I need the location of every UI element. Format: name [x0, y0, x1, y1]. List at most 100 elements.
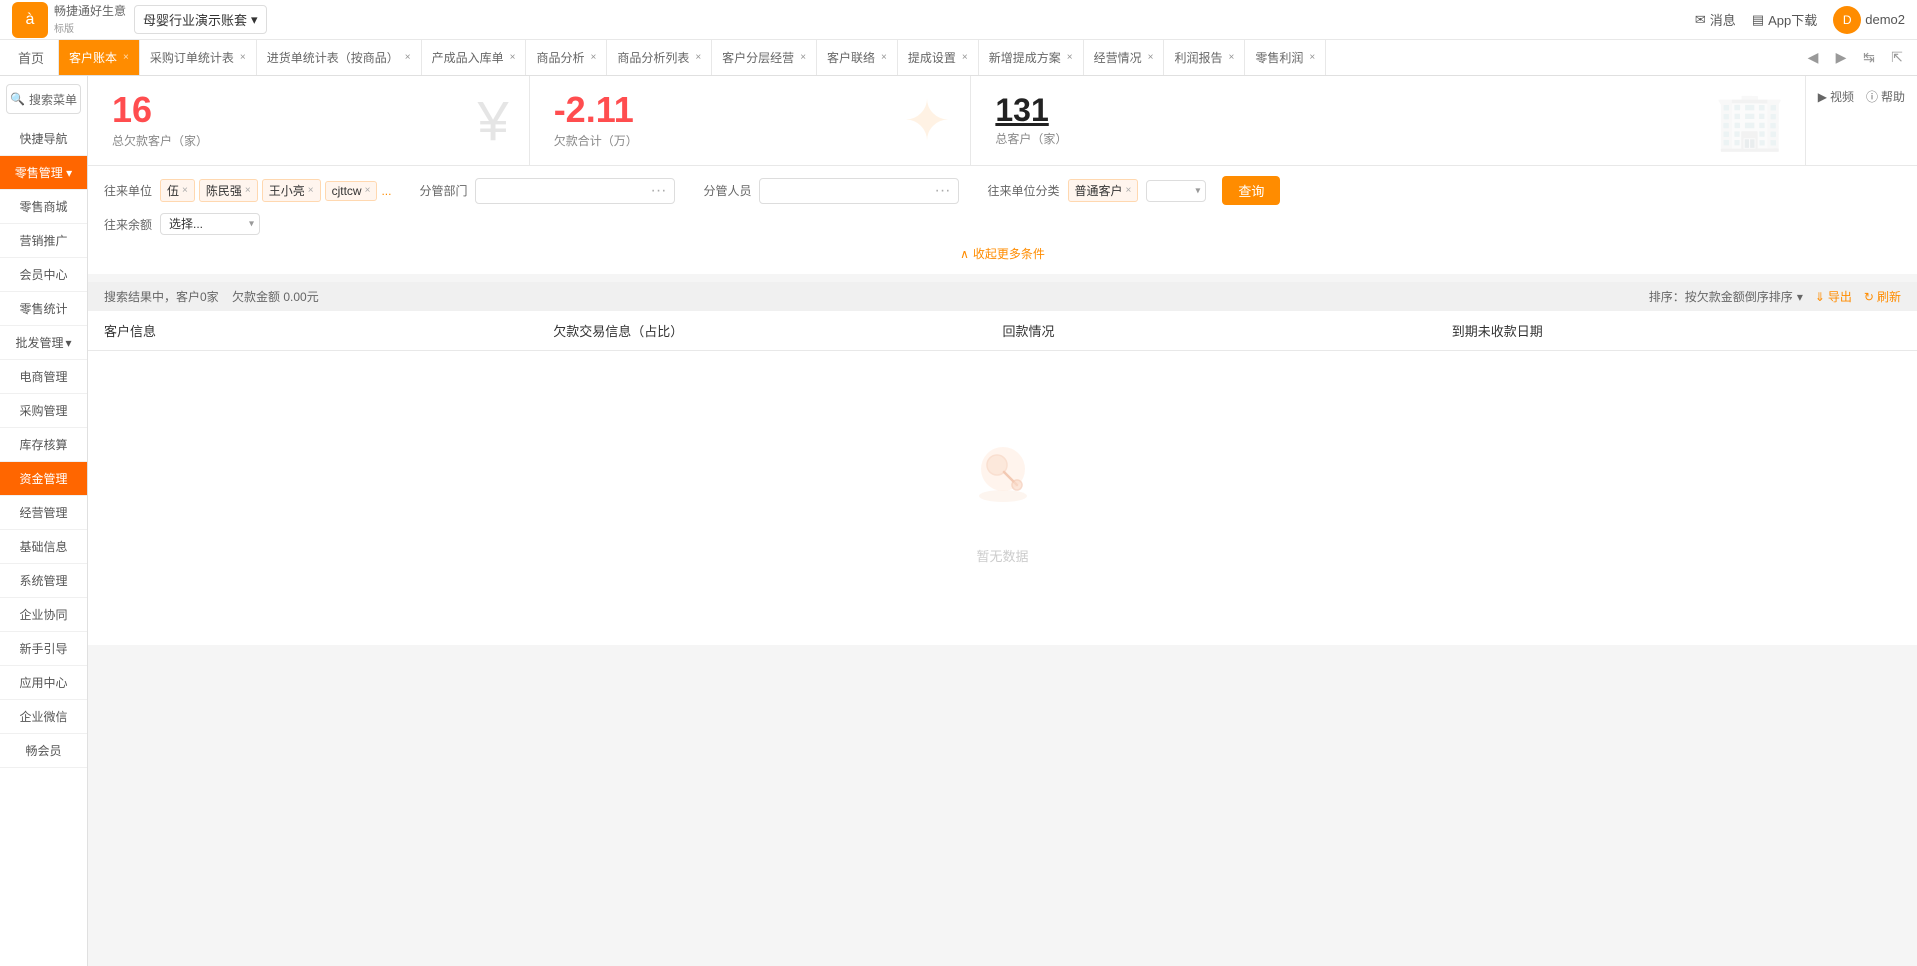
search-menu-btn[interactable]: 🔍 搜索菜单: [6, 84, 81, 114]
sidebar-item-marketing[interactable]: 营销推广: [0, 224, 87, 258]
tab-cost-inbound-label: 产成品入库单: [432, 49, 504, 66]
tab-customers-close[interactable]: ×: [123, 52, 129, 63]
filter-collapse-row: ∧ 收起更多条件: [104, 243, 1901, 264]
cat1-close[interactable]: ×: [1126, 185, 1132, 196]
tab-profit-report[interactable]: 利润报告 ×: [1164, 40, 1245, 76]
tab-customer-contact[interactable]: 客户联络 ×: [817, 40, 898, 76]
top-bar: à 畅捷通好生意 标版 母婴行业演示账套 ▾ ✉ 消息 ▤ App下载 D de…: [0, 0, 1917, 40]
tag2-close[interactable]: ×: [245, 185, 251, 196]
refresh-btn[interactable]: ↻ 刷新: [1864, 288, 1901, 305]
operations-label: 经营管理: [19, 506, 67, 520]
tab-new-commission-plan-close[interactable]: ×: [1067, 52, 1073, 63]
tab-profit-report-close[interactable]: ×: [1228, 52, 1234, 63]
sidebar-item-vip[interactable]: 畅会员: [0, 734, 87, 768]
sidebar-item-operations[interactable]: 经营管理: [0, 496, 87, 530]
tab-inventory-stats-close[interactable]: ×: [405, 52, 411, 63]
unit-filter-label: 往来单位: [104, 182, 152, 199]
sidebar-item-inventory[interactable]: 库存核算: [0, 428, 87, 462]
more-tags-btn[interactable]: ...: [381, 184, 391, 198]
category-select-wrap: [1146, 180, 1206, 202]
nav-expand-btn[interactable]: ↹: [1857, 46, 1881, 70]
category-select[interactable]: [1146, 180, 1206, 202]
table-col-repayment: 回款情况: [1003, 321, 1452, 340]
stat-total-customers: 131 总客户（家） 🏢: [971, 76, 1805, 165]
tab-home[interactable]: 首页: [4, 40, 59, 76]
company-select[interactable]: 母婴行业演示账套 ▾: [134, 5, 267, 34]
sidebar-item-purchase[interactable]: 采购管理: [0, 394, 87, 428]
export-btn[interactable]: ⇓ 导出: [1815, 288, 1852, 305]
sidebar-item-retail-mall[interactable]: 零售商城: [0, 190, 87, 224]
video-btn[interactable]: ▶ 视频: [1818, 88, 1854, 105]
tab-goods-analysis-label: 商品分析: [536, 49, 584, 66]
tab-operation[interactable]: 经营情况 ×: [1084, 40, 1165, 76]
tab-cost-inbound-close[interactable]: ×: [510, 52, 516, 63]
debt-amount-text: 欠款金额 0.00元: [232, 290, 319, 304]
tab-customer-contact-close[interactable]: ×: [881, 52, 887, 63]
sidebar-item-quick-nav[interactable]: 快捷导航: [0, 122, 87, 156]
collapse-btn[interactable]: ∧ 收起更多条件: [948, 243, 1057, 264]
tab-retail-profit-label: 零售利润: [1255, 49, 1303, 66]
nav-prev-btn[interactable]: ◀: [1801, 46, 1825, 70]
tab-goods-analysis-list-close[interactable]: ×: [695, 52, 701, 63]
tab-inventory-stats[interactable]: 进货单统计表（按商品） ×: [257, 40, 422, 76]
tab-goods-analysis[interactable]: 商品分析 ×: [526, 40, 607, 76]
query-btn[interactable]: 查询: [1222, 176, 1280, 205]
nav-next-btn[interactable]: ▶: [1829, 46, 1853, 70]
tab-retail-profit[interactable]: 零售利润 ×: [1245, 40, 1326, 76]
video-label: 视频: [1830, 88, 1854, 105]
tag4-close[interactable]: ×: [365, 185, 371, 196]
tab-purchase-order-close[interactable]: ×: [240, 52, 246, 63]
tab-commission-settings-close[interactable]: ×: [962, 52, 968, 63]
empty-state: 暂无数据: [88, 351, 1917, 645]
sidebar-item-app-center[interactable]: 应用中心: [0, 666, 87, 700]
sidebar-item-enterprise-collab[interactable]: 企业协同: [0, 598, 87, 632]
sidebar-item-retail[interactable]: 零售管理 ▾: [0, 156, 87, 190]
search-menu-label: 搜索菜单: [29, 91, 77, 108]
tab-goods-analysis-close[interactable]: ×: [590, 52, 596, 63]
sidebar-item-retail-stats[interactable]: 零售统计: [0, 292, 87, 326]
stats-bar: 16 总欠款客户（家） ¥ -2.11 欠款合计（万） ✦ 131 总客户（家）…: [88, 76, 1917, 166]
user-menu[interactable]: D demo2: [1833, 6, 1905, 34]
tab-operation-close[interactable]: ×: [1148, 52, 1154, 63]
tab-new-commission-plan[interactable]: 新增提成方案 ×: [979, 40, 1084, 76]
tab-commission-settings[interactable]: 提成设置 ×: [898, 40, 979, 76]
sidebar-item-ecommerce[interactable]: 电商管理: [0, 360, 87, 394]
tag3-close[interactable]: ×: [308, 185, 314, 196]
sidebar-item-basic-info[interactable]: 基础信息: [0, 530, 87, 564]
sidebar-item-wholesale[interactable]: 批发管理 ▾: [0, 326, 87, 360]
help-btn[interactable]: ⓘ 帮助: [1866, 88, 1905, 105]
finance-label: 资金管理: [19, 472, 67, 486]
new-guide-label: 新手引导: [19, 642, 67, 656]
chevron-down-icon: ▾: [66, 166, 72, 180]
dept-filter-dots[interactable]: ···: [650, 182, 666, 200]
sidebar-item-finance[interactable]: 资金管理: [0, 462, 87, 496]
filter-area: 往来单位 伍 × 陈民强 × 王小亮 × cjttcw: [88, 166, 1917, 274]
tag1-close[interactable]: ×: [182, 185, 188, 196]
tab-cost-inbound[interactable]: 产成品入库单 ×: [422, 40, 527, 76]
tab-customer-segment-close[interactable]: ×: [800, 52, 806, 63]
stat-debtors-label: 总欠款客户（家）: [112, 132, 505, 149]
sidebar-item-system[interactable]: 系统管理: [0, 564, 87, 598]
sort-label: 排序：按欠款金额倒序排序: [1649, 288, 1793, 305]
company-name: 母婴行业演示账套: [143, 10, 247, 29]
tab-goods-analysis-list[interactable]: 商品分析列表 ×: [607, 40, 712, 76]
sidebar-item-enterprise-wechat[interactable]: 企业微信: [0, 700, 87, 734]
result-text: 搜索结果中，客户0家: [104, 290, 219, 304]
sidebar-item-membership[interactable]: 会员中心: [0, 258, 87, 292]
tab-purchase-order[interactable]: 采购订单统计表 ×: [140, 40, 257, 76]
person-filter-input[interactable]: [768, 184, 934, 198]
message-btn[interactable]: ✉ 消息: [1695, 10, 1736, 29]
person-filter-dots[interactable]: ···: [935, 182, 951, 200]
dept-filter-input[interactable]: [484, 184, 650, 198]
retail-label: 零售管理: [15, 166, 63, 180]
dept-filter-label: 分管部门: [419, 182, 467, 199]
home-label: 首页: [18, 48, 44, 67]
app-download-btn[interactable]: ▤ App下载: [1752, 10, 1817, 29]
nav-fullscreen-btn[interactable]: ⇱: [1885, 46, 1909, 70]
balance-select[interactable]: 选择...: [160, 213, 260, 235]
tab-customers[interactable]: 客户账本 ×: [59, 40, 140, 76]
tab-customer-segment[interactable]: 客户分层经营 ×: [712, 40, 817, 76]
sidebar-item-new-guide[interactable]: 新手引导: [0, 632, 87, 666]
tab-retail-profit-close[interactable]: ×: [1309, 52, 1315, 63]
stat-total-debt: -2.11 欠款合计（万） ✦: [530, 76, 972, 165]
